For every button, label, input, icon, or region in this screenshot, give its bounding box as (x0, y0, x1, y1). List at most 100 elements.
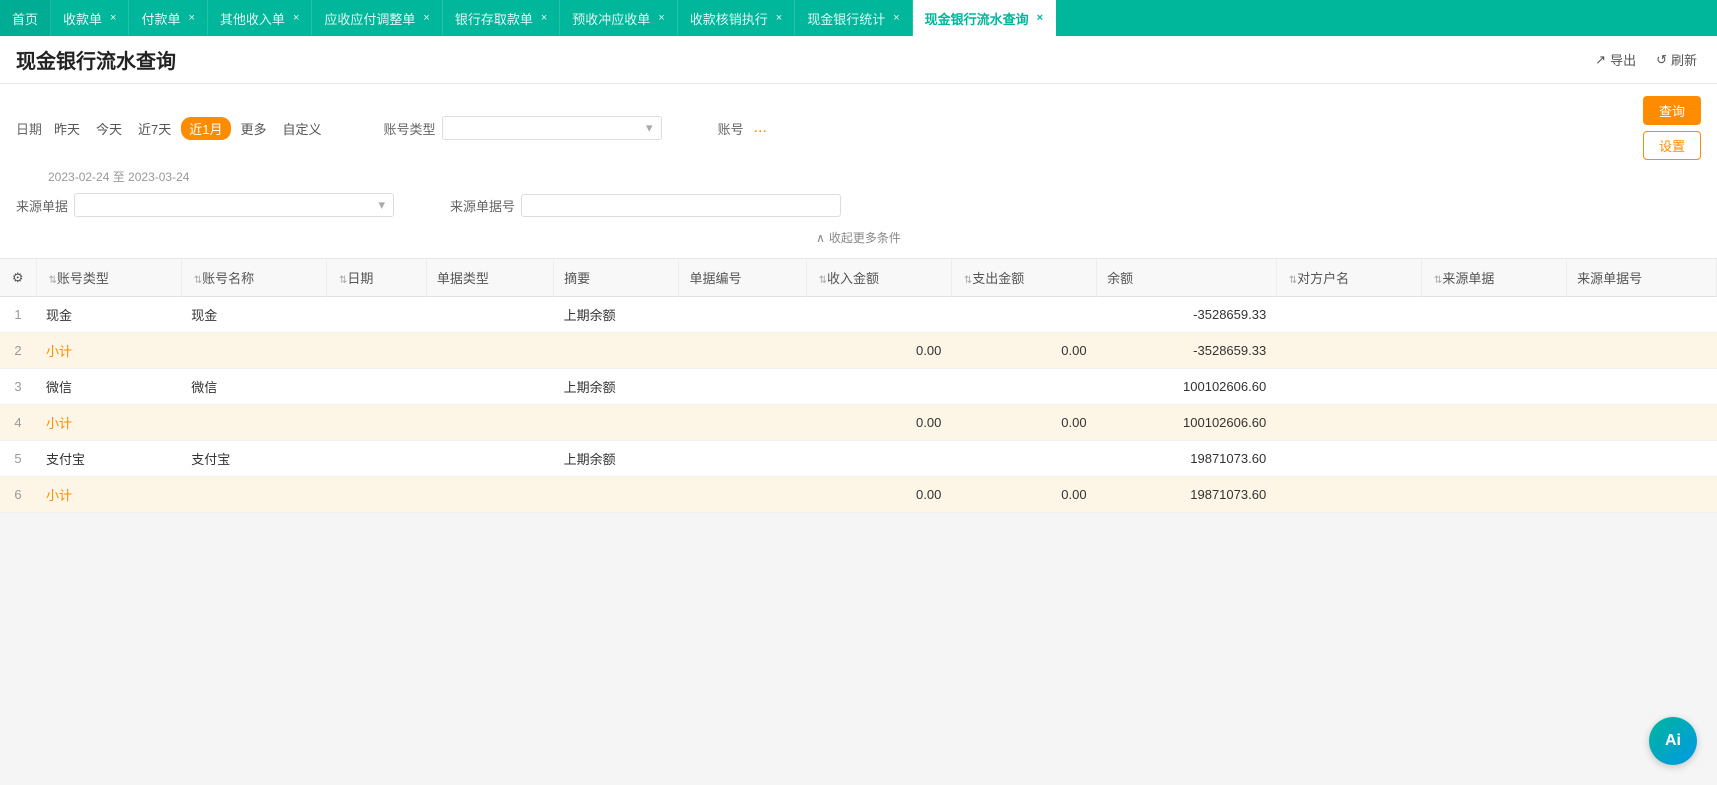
income-cell (806, 441, 951, 477)
account-filter-group: 账号 ... (718, 119, 771, 138)
col-income[interactable]: ⇅收入金额 (806, 259, 951, 297)
payment-tab-close[interactable]: × (188, 12, 194, 24)
source-doc-select[interactable]: ▾ (74, 193, 394, 217)
bank-deposit-tab-close[interactable]: × (541, 12, 547, 24)
doc-no-cell (679, 477, 806, 513)
account-type-cell: 小计 (36, 405, 181, 441)
nav-tab-bank-deposit[interactable]: 银行存取款单 × (443, 0, 560, 36)
summary-cell: 上期余额 (554, 297, 679, 333)
doc-no-cell (679, 405, 806, 441)
date-btn-7days[interactable]: 近7天 (132, 117, 177, 140)
summary-cell: 上期余额 (554, 441, 679, 477)
doc-no-cell (679, 441, 806, 477)
cash-flow-tab-close[interactable]: × (1037, 12, 1043, 24)
nav-tab-payment[interactable]: 付款单 × (129, 0, 207, 36)
source-doc-chevron-icon: ▾ (378, 197, 385, 213)
cash-flow-tab-label: 现金银行流水查询 (925, 9, 1029, 28)
col-account-name[interactable]: ⇅账号名称 (181, 259, 326, 297)
header-actions: ↗ 导出 ↺ 刷新 (1591, 48, 1701, 71)
nav-tab-receipt[interactable]: 收款单 × (51, 0, 129, 36)
account-name-cell: 支付宝 (181, 441, 326, 477)
date-filter-group: 日期 昨天 今天 近7天 近1月 更多 自定义 (16, 117, 328, 140)
data-table: ⚙ ⇅账号类型 ⇅账号名称 ⇅日期 单据类型 摘要 单据编号 ⇅收入金额 (0, 259, 1717, 513)
table-settings-icon[interactable]: ⚙ (12, 270, 24, 285)
date-btn-yesterday[interactable]: 昨天 (48, 117, 86, 140)
col-doc-type: 单据类型 (426, 259, 553, 297)
summary-cell (554, 333, 679, 369)
balance-cell: 19871073.60 (1097, 477, 1277, 513)
other-income-tab-close[interactable]: × (293, 12, 299, 24)
writeoff-tab-label: 收款核销执行 (690, 9, 768, 28)
nav-tab-cash-flow[interactable]: 现金银行流水查询 × (913, 0, 1056, 36)
prepaid-tab-close[interactable]: × (658, 12, 664, 24)
expense-cell (951, 297, 1096, 333)
source-doc-no-input[interactable] (521, 194, 841, 217)
row-number: 6 (0, 477, 36, 513)
account-type-select[interactable]: ▾ (442, 116, 662, 140)
table-container: ⚙ ⇅账号类型 ⇅账号名称 ⇅日期 单据类型 摘要 单据编号 ⇅收入金额 (0, 259, 1717, 513)
date-cell (326, 297, 426, 333)
date-btn-1month[interactable]: 近1月 (181, 117, 230, 140)
writeoff-tab-close[interactable]: × (776, 12, 782, 24)
account-name-cell (181, 405, 326, 441)
source-doc-no-cell (1567, 405, 1717, 441)
income-cell: 0.00 (806, 333, 951, 369)
refresh-button[interactable]: ↺ 刷新 (1652, 48, 1701, 71)
cash-stats-tab-label: 现金银行统计 (807, 9, 885, 28)
top-nav: 首页 收款单 × 付款单 × 其他收入单 × 应收应付调整单 × 银行存取款单 … (0, 0, 1717, 36)
balance-cell: 100102606.60 (1097, 369, 1277, 405)
table-body: 1现金现金上期余额-3528659.332小计0.000.00-3528659.… (0, 297, 1717, 513)
doc-type-cell (426, 441, 553, 477)
account-dots-button[interactable]: ... (750, 119, 771, 137)
row-number: 1 (0, 297, 36, 333)
date-cell (326, 369, 426, 405)
nav-tab-other-income[interactable]: 其他收入单 × (208, 0, 312, 36)
account-name-cell (181, 477, 326, 513)
prepaid-tab-label: 预收冲应收单 (572, 9, 650, 28)
expense-cell: 0.00 (951, 333, 1096, 369)
col-source-doc-sort-icon: ⇅ (1434, 275, 1442, 286)
nav-tab-cash-stats[interactable]: 现金银行统计 × (795, 0, 912, 36)
counterpart-cell (1276, 477, 1421, 513)
source-doc-no-cell (1567, 369, 1717, 405)
settings-button[interactable]: 设置 (1643, 131, 1701, 160)
account-type-cell: 小计 (36, 333, 181, 369)
payment-tab-label: 付款单 (141, 9, 180, 28)
col-account-type-sort-icon: ⇅ (49, 275, 57, 286)
col-date[interactable]: ⇅日期 (326, 259, 426, 297)
nav-tab-home[interactable]: 首页 (0, 0, 51, 36)
date-btn-custom[interactable]: 自定义 (277, 117, 328, 140)
cash-stats-tab-close[interactable]: × (893, 12, 899, 24)
income-cell: 0.00 (806, 477, 951, 513)
account-type-cell: 小计 (36, 477, 181, 513)
col-settings[interactable]: ⚙ (0, 259, 36, 297)
date-btn-more[interactable]: 更多 (235, 117, 273, 140)
ai-assistant-button[interactable]: Ai (1649, 717, 1697, 765)
col-account-type[interactable]: ⇅账号类型 (36, 259, 181, 297)
source-doc-no-label: 来源单据号 (450, 196, 515, 215)
nav-tab-ar-ap-adjust[interactable]: 应收应付调整单 × (312, 0, 442, 36)
refresh-icon: ↺ (1656, 52, 1667, 68)
doc-no-cell (679, 333, 806, 369)
query-button[interactable]: 查询 (1643, 96, 1701, 125)
date-cell (326, 405, 426, 441)
source-doc-cell (1421, 477, 1566, 513)
date-btn-today[interactable]: 今天 (90, 117, 128, 140)
doc-type-cell (426, 333, 553, 369)
doc-type-cell (426, 297, 553, 333)
ai-label: Ai (1665, 732, 1681, 750)
receipt-tab-close[interactable]: × (110, 12, 116, 24)
doc-no-cell (679, 297, 806, 333)
balance-cell: -3528659.33 (1097, 333, 1277, 369)
col-doc-no: 单据编号 (679, 259, 806, 297)
col-counterpart[interactable]: ⇅对方户名 (1276, 259, 1421, 297)
collapse-bar[interactable]: ∧ 收起更多条件 (16, 225, 1701, 250)
nav-tab-writeoff[interactable]: 收款核销执行 × (678, 0, 795, 36)
export-button[interactable]: ↗ 导出 (1591, 48, 1640, 71)
nav-tab-prepaid[interactable]: 预收冲应收单 × (560, 0, 677, 36)
col-source-doc[interactable]: ⇅来源单据 (1421, 259, 1566, 297)
ar-ap-adjust-tab-close[interactable]: × (423, 12, 429, 24)
row-number: 2 (0, 333, 36, 369)
col-expense[interactable]: ⇅支出金额 (951, 259, 1096, 297)
income-cell: 0.00 (806, 405, 951, 441)
